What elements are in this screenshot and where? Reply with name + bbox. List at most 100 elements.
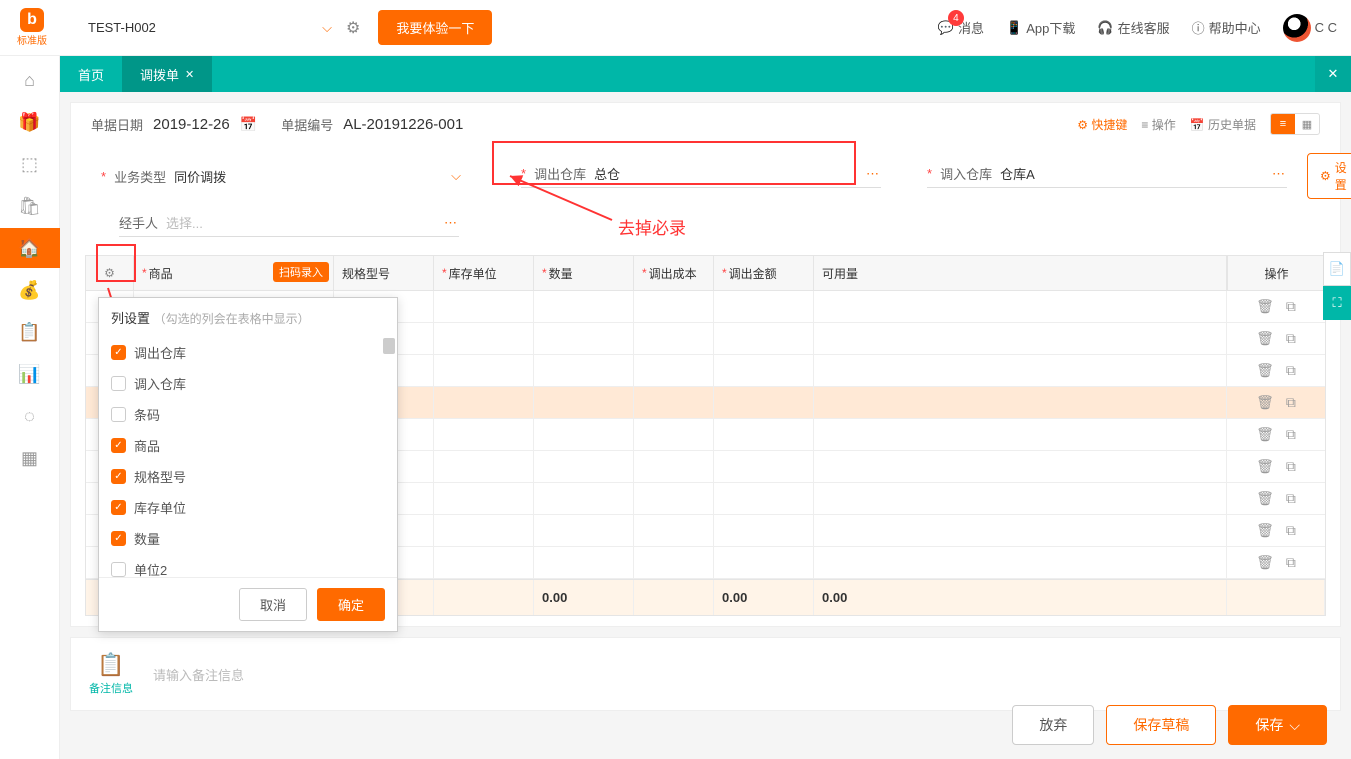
gear-icon[interactable]: ⚙ (346, 18, 360, 38)
cancel-button[interactable]: 取消 (239, 588, 307, 621)
form-row-2: 经手人 选择... ⋯ (85, 209, 1326, 247)
checkbox-icon[interactable]: ✓ (111, 469, 126, 484)
cta-button[interactable]: 我要体验一下 (378, 10, 492, 45)
more-icon[interactable]: ⋯ (444, 215, 459, 231)
delete-icon[interactable]: 🗑 (1256, 426, 1274, 443)
column-option[interactable]: ✓数量 (111, 523, 385, 554)
col-avail: 可用量 (814, 256, 1227, 290)
rail-warehouse-icon[interactable]: 🏠 (0, 228, 60, 268)
help-link[interactable]: ⓘ 帮助中心 (1192, 18, 1261, 37)
total-amt: 0.00 (714, 580, 814, 615)
popup-list[interactable]: ✓调出仓库调入仓库条码✓商品✓规格型号✓库存单位✓数量单位2 (99, 337, 397, 577)
view-toggle[interactable]: ≡ ▦ (1270, 113, 1320, 135)
rail-gift-icon[interactable]: 🎁 (0, 102, 60, 142)
user-menu[interactable]: C C (1283, 14, 1337, 42)
shortcut-link[interactable]: ⚙ 快捷键 (1077, 116, 1127, 133)
column-option[interactable]: ✓商品 (111, 430, 385, 461)
delete-icon[interactable]: 🗑 (1256, 394, 1274, 411)
store-selector[interactable]: TEST-H002 ⌵ (80, 12, 340, 44)
remark-panel: 📋 备注信息 请输入备注信息 (70, 637, 1341, 711)
total-avail: 0.00 (814, 580, 1227, 615)
rail-price-icon[interactable]: ⬚ (0, 144, 60, 184)
close-all-tabs[interactable]: ✕ (1315, 56, 1351, 92)
checkbox-icon[interactable] (111, 562, 126, 577)
save-button[interactable]: 保存 ⌵ (1228, 705, 1327, 745)
app-download-link[interactable]: 📱 App下载 (1006, 18, 1075, 37)
copy-icon[interactable]: ⧉ (1286, 394, 1296, 411)
remark-input[interactable]: 请输入备注信息 (153, 665, 1322, 684)
messages-link[interactable]: 💬 消息 4 (938, 18, 984, 37)
more-icon[interactable]: ⋯ (866, 166, 881, 182)
rail-bag-icon[interactable]: 🛍 (0, 186, 60, 226)
delete-icon[interactable]: 🗑 (1256, 458, 1274, 475)
column-settings-popup: 列设置 （勾选的列会在表格中显示） ✓调出仓库调入仓库条码✓商品✓规格型号✓库存… (98, 297, 398, 632)
column-option[interactable]: 单位2 (111, 554, 385, 577)
col-ops: 操作 (1227, 256, 1325, 290)
copy-icon[interactable]: ⧉ (1286, 490, 1296, 507)
copy-icon[interactable]: ⧉ (1286, 298, 1296, 315)
copy-icon[interactable]: ⧉ (1286, 522, 1296, 539)
column-option[interactable]: ✓库存单位 (111, 492, 385, 523)
more-icon[interactable]: ⋯ (1272, 166, 1287, 182)
confirm-button[interactable]: 确定 (317, 588, 385, 621)
handler-field[interactable]: 经手人 选择... ⋯ (119, 213, 459, 237)
warehouse-in-field[interactable]: * 调入仓库 仓库A ⋯ (927, 164, 1287, 188)
column-option[interactable]: 调入仓库 (111, 368, 385, 399)
discard-button[interactable]: 放弃 (1012, 705, 1094, 745)
calendar-icon[interactable]: 📅 (240, 116, 257, 133)
copy-icon[interactable]: ⧉ (1286, 330, 1296, 347)
checkbox-icon[interactable] (111, 407, 126, 422)
scan-badge[interactable]: 扫码录入 (273, 262, 329, 282)
delete-icon[interactable]: 🗑 (1256, 490, 1274, 507)
note-float-icon[interactable]: 📄 (1323, 252, 1351, 286)
save-draft-button[interactable]: 保存草稿 (1106, 705, 1216, 745)
rail-report-icon[interactable]: 📊 (0, 354, 60, 394)
tab-home[interactable]: 首页 (60, 56, 122, 92)
store-name: TEST-H002 (88, 20, 156, 35)
checkbox-icon[interactable]: ✓ (111, 531, 126, 546)
avatar (1283, 14, 1311, 42)
phone-icon: 📱 (1006, 20, 1022, 36)
rail-new-icon[interactable]: ▦ (0, 438, 60, 478)
customer-service-link[interactable]: 🎧 在线客服 (1097, 18, 1169, 37)
help-icon: ⓘ (1192, 18, 1205, 37)
warehouse-in-label: 调入仓库 (940, 164, 992, 183)
delete-icon[interactable]: 🗑 (1256, 330, 1274, 347)
column-option[interactable]: 条码 (111, 399, 385, 430)
delete-icon[interactable]: 🗑 (1256, 362, 1274, 379)
rail-clipboard-icon[interactable]: 📋 (0, 312, 60, 352)
date-value[interactable]: 2019-12-26 (153, 116, 230, 133)
copy-icon[interactable]: ⧉ (1286, 554, 1296, 571)
total-qty: 0.00 (534, 580, 634, 615)
list-view-icon[interactable]: ≡ (1271, 114, 1295, 134)
column-option[interactable]: ✓规格型号 (111, 461, 385, 492)
biztype-field[interactable]: * 业务类型 同价调拨 ⌵ (101, 167, 461, 186)
expand-float-icon[interactable]: ⛶ (1323, 286, 1351, 320)
checkbox-icon[interactable] (111, 376, 126, 391)
rail-home-icon[interactable]: ⌂ (0, 60, 60, 100)
history-link[interactable]: 📅 历史单据 (1190, 116, 1256, 133)
close-icon[interactable]: ✕ (185, 68, 194, 81)
warehouse-in-value: 仓库A (1000, 164, 1264, 183)
grid-view-icon[interactable]: ▦ (1295, 114, 1319, 134)
checkbox-icon[interactable]: ✓ (111, 345, 126, 360)
copy-icon[interactable]: ⧉ (1286, 458, 1296, 475)
handler-placeholder: 选择... (166, 213, 436, 232)
checkbox-icon[interactable]: ✓ (111, 438, 126, 453)
delete-icon[interactable]: 🗑 (1256, 554, 1274, 571)
copy-icon[interactable]: ⧉ (1286, 362, 1296, 379)
popup-footer: 取消 确定 (99, 577, 397, 631)
chevron-down-icon: ⌵ (451, 168, 461, 184)
operate-link[interactable]: ≡ 操作 (1141, 116, 1175, 133)
rail-settings-icon[interactable]: ◌ (0, 396, 60, 436)
delete-icon[interactable]: 🗑 (1256, 522, 1274, 539)
tab-transfer-order[interactable]: 调拨单 ✕ (122, 56, 212, 92)
column-option[interactable]: ✓调出仓库 (111, 337, 385, 368)
rail-money-icon[interactable]: 💰 (0, 270, 60, 310)
settings-button[interactable]: ⚙ 设置 (1307, 153, 1351, 199)
scrollbar[interactable] (383, 338, 395, 354)
checkbox-icon[interactable]: ✓ (111, 500, 126, 515)
remark-icon-group: 📋 备注信息 (89, 652, 133, 696)
copy-icon[interactable]: ⧉ (1286, 426, 1296, 443)
delete-icon[interactable]: 🗑 (1256, 298, 1274, 315)
